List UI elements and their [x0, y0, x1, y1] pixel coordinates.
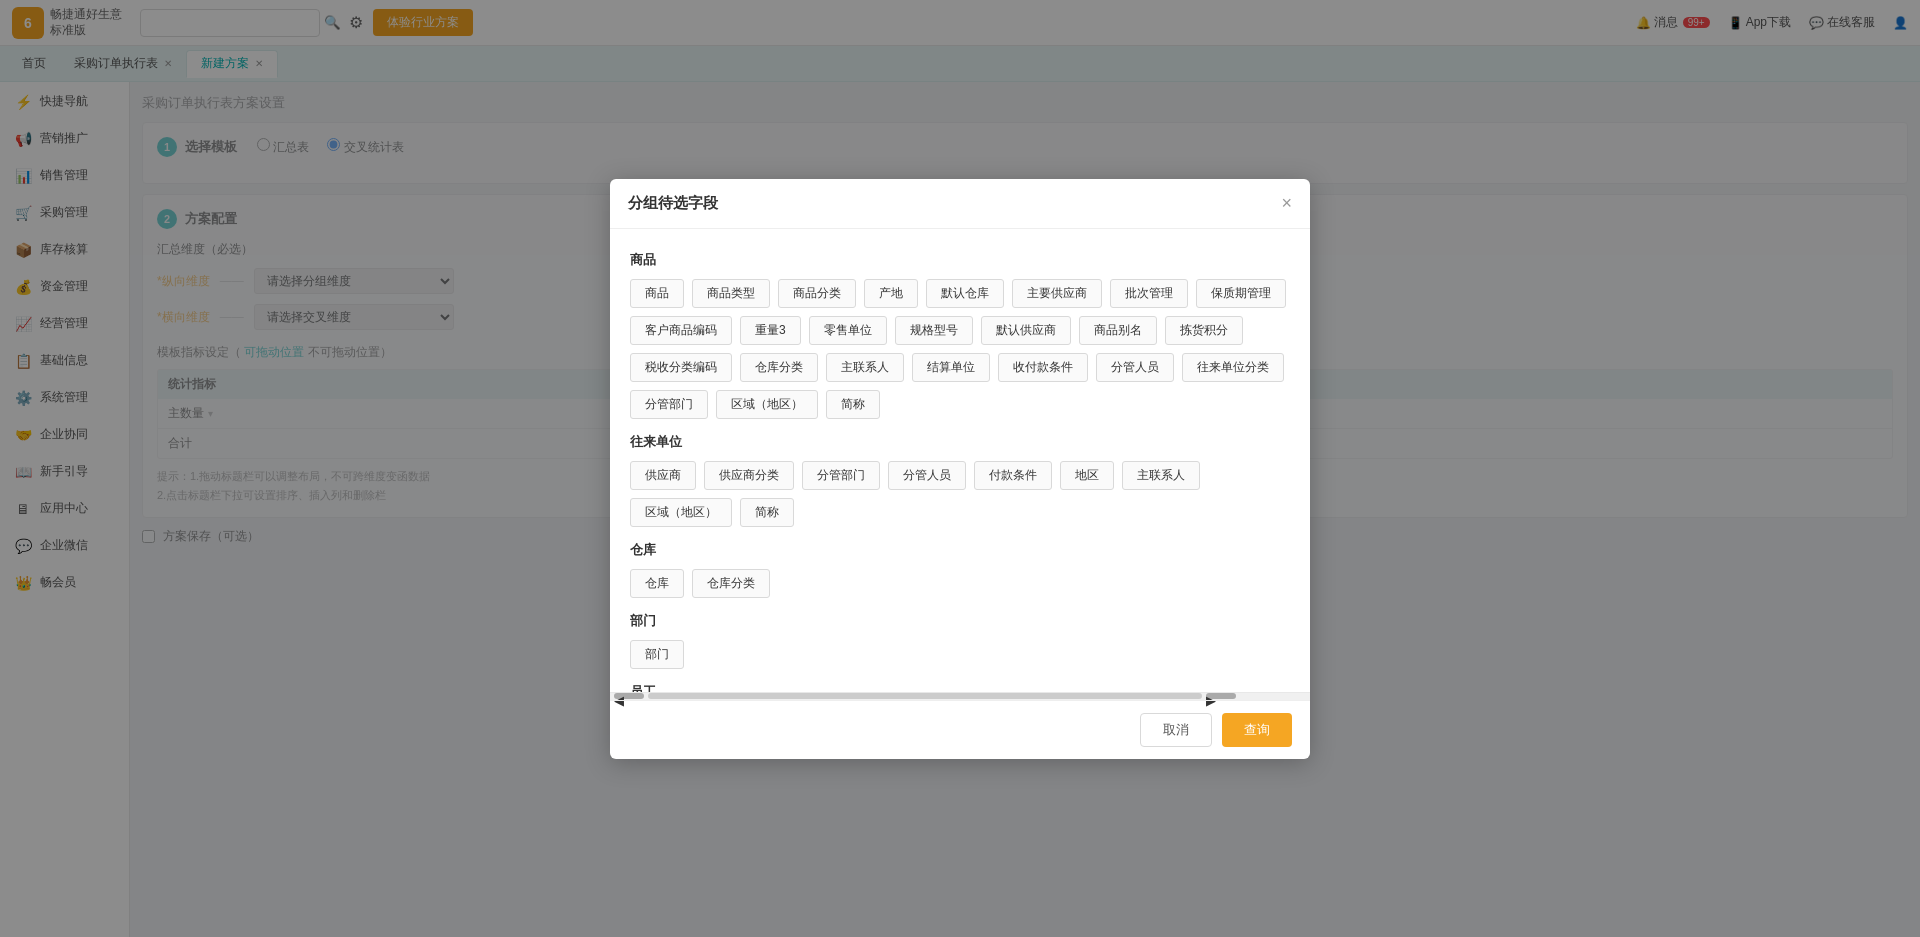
field-tag[interactable]: 仓库分类 [740, 353, 818, 382]
field-tag[interactable]: 分管部门 [630, 390, 708, 419]
field-tag[interactable]: 分管人员 [1096, 353, 1174, 382]
field-tag[interactable]: 商品 [630, 279, 684, 308]
group-title-employee: 员工 [630, 683, 1290, 692]
modal-title: 分组待选字段 [628, 194, 718, 213]
field-tag[interactable]: 主联系人 [1122, 461, 1200, 490]
field-tag[interactable]: 商品别名 [1079, 316, 1157, 345]
group-title-product: 商品 [630, 251, 1290, 269]
hscroll-thumb[interactable] [648, 693, 1202, 699]
field-tag[interactable]: 仓库分类 [692, 569, 770, 598]
group-fields-product: 商品 商品类型 商品分类 产地 默认仓库 主要供应商 批次管理 保质期管理 客户… [630, 279, 1290, 419]
field-tag[interactable]: 供应商分类 [704, 461, 794, 490]
field-tag[interactable]: 仓库 [630, 569, 684, 598]
modal-horizontal-scrollbar[interactable]: ◀ ▶ [610, 692, 1310, 700]
field-tag[interactable]: 供应商 [630, 461, 696, 490]
field-tag[interactable]: 部门 [630, 640, 684, 669]
field-tag[interactable]: 默认供应商 [981, 316, 1071, 345]
field-tag[interactable]: 商品分类 [778, 279, 856, 308]
field-tag[interactable]: 保质期管理 [1196, 279, 1286, 308]
field-selection-modal: 分组待选字段 × 商品 商品 商品类型 商品分类 产地 默认仓库 主要供应商 批… [610, 179, 1310, 759]
field-tag[interactable]: 结算单位 [912, 353, 990, 382]
field-tag[interactable]: 产地 [864, 279, 918, 308]
field-tag[interactable]: 区域（地区） [716, 390, 818, 419]
field-tag[interactable]: 商品类型 [692, 279, 770, 308]
field-tag[interactable]: 规格型号 [895, 316, 973, 345]
field-tag[interactable]: 默认仓库 [926, 279, 1004, 308]
field-tag[interactable]: 分管人员 [888, 461, 966, 490]
field-tag[interactable]: 税收分类编码 [630, 353, 732, 382]
group-title-department: 部门 [630, 612, 1290, 630]
field-tag[interactable]: 往来单位分类 [1182, 353, 1284, 382]
group-title-warehouse: 仓库 [630, 541, 1290, 559]
modal-header: 分组待选字段 × [610, 179, 1310, 229]
field-tag[interactable]: 区域（地区） [630, 498, 732, 527]
field-tag[interactable]: 主联系人 [826, 353, 904, 382]
field-tag[interactable]: 付款条件 [974, 461, 1052, 490]
field-tag[interactable]: 简称 [740, 498, 794, 527]
hscroll-right-arrow[interactable]: ▶ [1206, 693, 1236, 699]
modal-footer: 取消 查询 [610, 700, 1310, 759]
field-tag[interactable]: 拣货积分 [1165, 316, 1243, 345]
field-tag[interactable]: 零售单位 [809, 316, 887, 345]
field-tag[interactable]: 主要供应商 [1012, 279, 1102, 308]
field-tag[interactable]: 简称 [826, 390, 880, 419]
field-tag[interactable]: 批次管理 [1110, 279, 1188, 308]
field-tag[interactable]: 重量3 [740, 316, 801, 345]
field-tag[interactable]: 地区 [1060, 461, 1114, 490]
hscroll-left-arrow[interactable]: ◀ [614, 693, 644, 699]
group-title-partner: 往来单位 [630, 433, 1290, 451]
modal-close-button[interactable]: × [1281, 193, 1292, 214]
field-tag[interactable]: 收付款条件 [998, 353, 1088, 382]
field-tag[interactable]: 分管部门 [802, 461, 880, 490]
group-fields-partner: 供应商 供应商分类 分管部门 分管人员 付款条件 地区 主联系人 区域（地区） … [630, 461, 1290, 527]
cancel-button[interactable]: 取消 [1140, 713, 1212, 747]
modal-overlay: 分组待选字段 × 商品 商品 商品类型 商品分类 产地 默认仓库 主要供应商 批… [0, 0, 1920, 937]
group-fields-department: 部门 [630, 640, 1290, 669]
group-fields-warehouse: 仓库 仓库分类 [630, 569, 1290, 598]
modal-body[interactable]: 商品 商品 商品类型 商品分类 产地 默认仓库 主要供应商 批次管理 保质期管理… [610, 229, 1310, 692]
confirm-button[interactable]: 查询 [1222, 713, 1292, 747]
field-tag[interactable]: 客户商品编码 [630, 316, 732, 345]
